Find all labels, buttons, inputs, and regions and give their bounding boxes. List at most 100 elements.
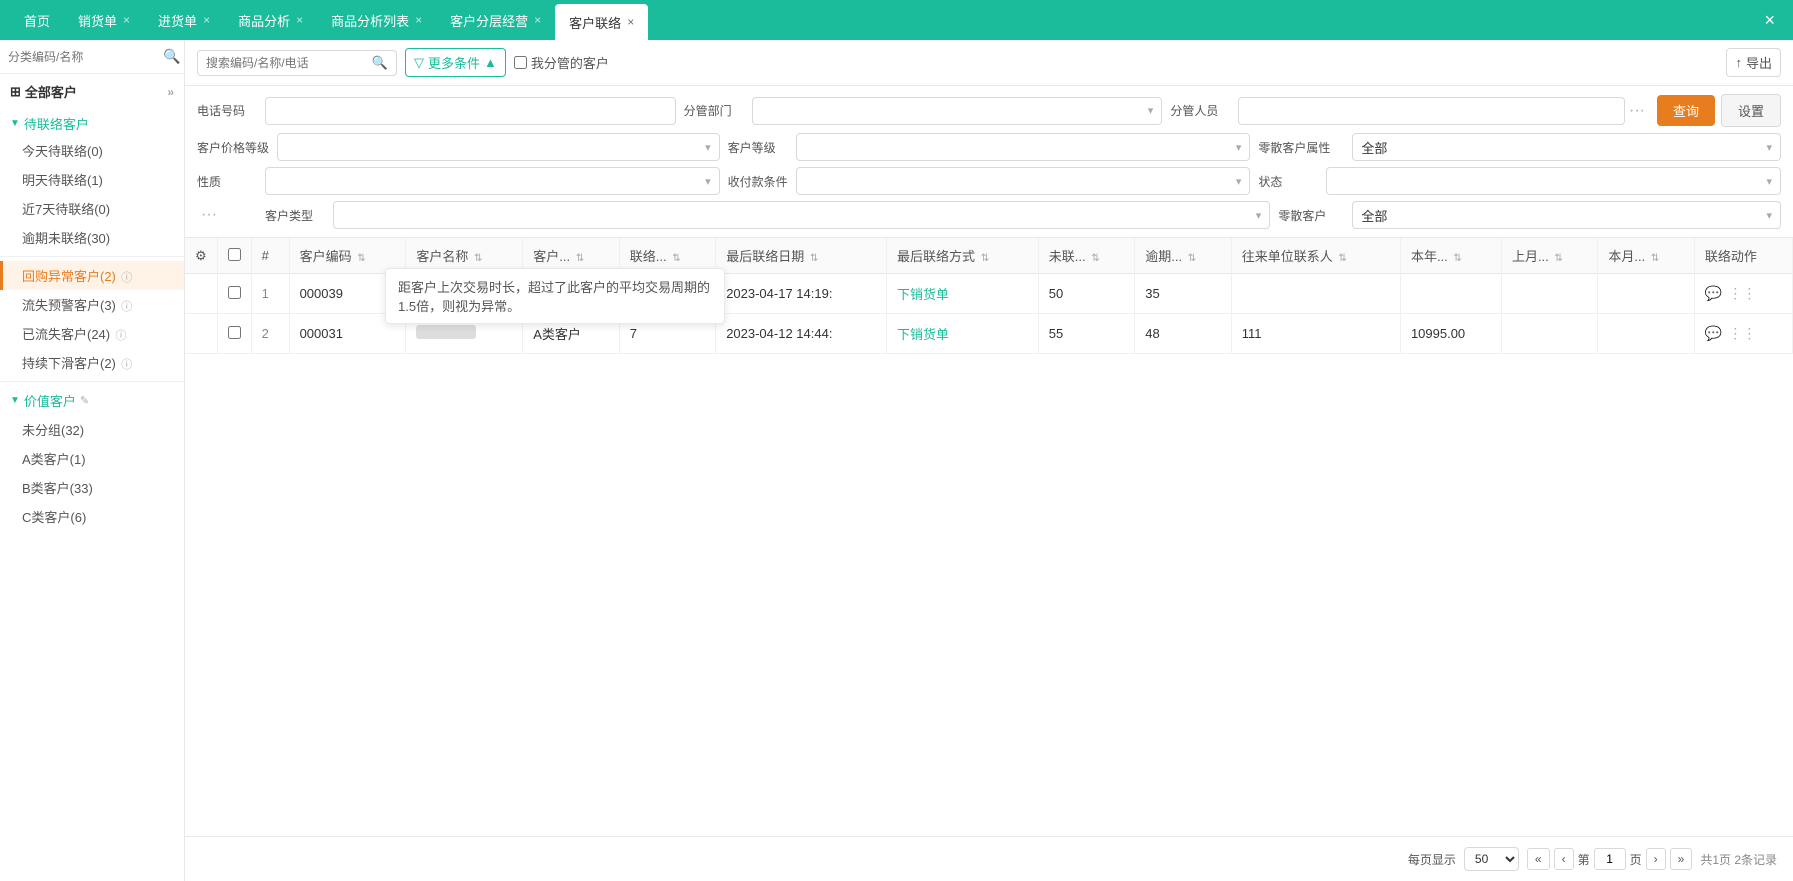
nav-sales-order[interactable]: 销货单 × (64, 0, 144, 40)
per-page-select[interactable]: 50 20 100 (1464, 847, 1519, 871)
filter-payment-select[interactable]: ▾ (796, 167, 1251, 195)
sort-last-method-icon[interactable]: ⇅ (981, 253, 989, 264)
my-customers-checkbox[interactable] (514, 56, 527, 69)
sort-code-icon[interactable]: ⇅ (357, 253, 365, 264)
main-search-input[interactable] (206, 56, 372, 70)
filter-price-level-select[interactable]: ▾ (277, 133, 720, 161)
row1-more-icon[interactable]: ⋮⋮ (1728, 285, 1756, 302)
main-search-box[interactable]: 🔍 (197, 50, 397, 76)
row1-select-checkbox[interactable] (228, 286, 241, 299)
th-this-year[interactable]: 本年... ⇅ (1400, 238, 1501, 274)
sort-last-month-icon[interactable]: ⇅ (1554, 253, 1562, 264)
export-button[interactable]: ↑ 导出 (1726, 48, 1781, 77)
nav-purchase-order[interactable]: 进货单 × (144, 0, 224, 40)
th-last-month[interactable]: 上月... ⇅ (1501, 238, 1597, 274)
window-close-button[interactable]: × (1756, 10, 1783, 31)
sort-category-icon[interactable]: ⇅ (576, 253, 584, 264)
sidebar-search-icon[interactable]: 🔍 (163, 48, 180, 65)
filter-customer-type-select[interactable]: ▾ (333, 201, 1270, 229)
row1-message-icon[interactable]: 💬 (1705, 285, 1722, 302)
first-page-button[interactable]: « (1527, 848, 1550, 870)
close-purchase-order-icon[interactable]: × (203, 13, 210, 27)
sort-unread-icon[interactable]: ⇅ (1091, 253, 1099, 264)
nav-product-analysis[interactable]: 商品分析 × (224, 0, 317, 40)
last-page-button[interactable]: » (1670, 848, 1693, 870)
nav-home[interactable]: 首页 (10, 0, 64, 40)
sidebar-item-repurchase-abnormal[interactable]: 回购异常客户(2) ⓘ (0, 261, 184, 290)
sort-last-date-icon[interactable]: ⇅ (810, 253, 818, 264)
sort-unit-contact-icon[interactable]: ⇅ (1338, 253, 1346, 264)
filter-row4-dots[interactable]: ··· (197, 206, 221, 224)
filter-customer-level-select[interactable]: ▾ (796, 133, 1251, 161)
row2-select-checkbox[interactable] (228, 326, 241, 339)
sort-this-year-icon[interactable]: ⇅ (1453, 253, 1461, 264)
row1-last-method[interactable]: 下销货单 (887, 274, 1039, 314)
sidebar-item-churned[interactable]: 已流失客户(24) ⓘ (0, 319, 184, 348)
next-page-button[interactable]: › (1646, 848, 1666, 870)
filter-dept-select[interactable]: ▾ (752, 97, 1163, 125)
sidebar-item-c-class[interactable]: C类客户(6) (0, 502, 184, 531)
sidebar-search-box[interactable]: 🔍 (0, 40, 184, 74)
th-settings[interactable]: ⚙ (185, 238, 217, 274)
close-customer-segmentation-icon[interactable]: × (534, 13, 541, 27)
sort-name-icon[interactable]: ⇅ (474, 253, 482, 264)
th-last-contact-method[interactable]: 最后联络方式 ⇅ (887, 238, 1039, 274)
th-overdue[interactable]: 逾期... ⇅ (1135, 238, 1231, 274)
sidebar-search-input[interactable] (8, 50, 163, 64)
close-product-analysis-icon[interactable]: × (296, 13, 303, 27)
th-this-month[interactable]: 本月... ⇅ (1598, 238, 1694, 274)
sort-contact-icon[interactable]: ⇅ (672, 253, 680, 264)
my-customers-checkbox-label[interactable]: 我分管的客户 (514, 53, 609, 72)
filter-dots-icon[interactable]: ··· (1625, 102, 1649, 120)
sidebar-item-b-class[interactable]: B类客户(33) (0, 473, 184, 502)
th-unit-contact[interactable]: 往来单位联系人 ⇅ (1231, 238, 1400, 274)
sidebar-item-ungrouped[interactable]: 未分组(32) (0, 415, 184, 444)
more-conditions-button[interactable]: ▽ 更多条件 ▲ (405, 48, 506, 77)
row2-checkbox[interactable] (217, 314, 251, 354)
close-product-analysis-list-icon[interactable]: × (415, 13, 422, 27)
select-all-checkbox[interactable] (228, 248, 241, 261)
sidebar-all-customers[interactable]: ⊞ 全部客户 » (0, 74, 184, 109)
row2-last-method[interactable]: 下销货单 (887, 314, 1039, 354)
nav-customer-contact[interactable]: 客户联络 × (555, 4, 648, 40)
page-number-input[interactable] (1594, 848, 1626, 870)
export-icon: ↑ (1735, 55, 1742, 70)
close-sales-order-icon[interactable]: × (123, 13, 130, 27)
row2-more-icon[interactable]: ⋮⋮ (1728, 325, 1756, 342)
sidebar-item-today-contact[interactable]: 今天待联络(0) (0, 136, 184, 165)
th-unread[interactable]: 未联... ⇅ (1038, 238, 1134, 274)
nav-product-analysis-list[interactable]: 商品分析列表 × (317, 0, 436, 40)
th-checkbox[interactable] (217, 238, 251, 274)
sidebar-divider-2 (0, 381, 184, 382)
settings-button[interactable]: 设置 (1721, 94, 1781, 127)
main-search-icon[interactable]: 🔍 (372, 55, 388, 71)
filter-status-select[interactable]: ▾ (1326, 167, 1781, 195)
sidebar-item-declining[interactable]: 持续下滑客户(2) ⓘ (0, 348, 184, 377)
sidebar-collapse-icon[interactable]: » (167, 85, 174, 99)
row2-message-icon[interactable]: 💬 (1705, 325, 1722, 342)
filter-phone-input[interactable] (265, 97, 676, 125)
filter-manager-input[interactable] (1238, 97, 1625, 125)
close-customer-contact-icon[interactable]: × (627, 15, 634, 29)
th-last-contact-date[interactable]: 最后联络日期 ⇅ (716, 238, 887, 274)
sidebar-value-customer-group[interactable]: ▼ 价值客户 ✎ (0, 386, 184, 415)
edit-value-group-icon[interactable]: ✎ (80, 394, 89, 407)
row2-last-method-link[interactable]: 下销货单 (897, 327, 949, 342)
nav-customer-segmentation[interactable]: 客户分层经营 × (436, 0, 555, 40)
row1-last-method-link[interactable]: 下销货单 (897, 287, 949, 302)
filter-scatter-customer-select[interactable]: 全部 ▾ (1352, 201, 1781, 229)
sidebar-item-tomorrow-contact[interactable]: 明天待联络(1) (0, 165, 184, 194)
sort-overdue-icon[interactable]: ⇅ (1188, 253, 1196, 264)
sidebar-item-churn-warning[interactable]: 流失预警客户(3) ⓘ (0, 290, 184, 319)
prev-page-button[interactable]: ‹ (1554, 848, 1574, 870)
query-button[interactable]: 查询 (1657, 95, 1715, 126)
sidebar-item-overdue-contact[interactable]: 逾期未联络(30) (0, 223, 184, 252)
sidebar-group-pending-contact[interactable]: ▼ 待联络客户 (0, 109, 184, 136)
sidebar-item-a-class[interactable]: A类客户(1) (0, 444, 184, 473)
sort-this-month-icon[interactable]: ⇅ (1651, 253, 1659, 264)
sidebar-item-7day-contact[interactable]: 近7天待联络(0) (0, 194, 184, 223)
filter-nature-select[interactable]: ▾ (265, 167, 720, 195)
row1-checkbox[interactable] (217, 274, 251, 314)
filter-scatter-attr-select[interactable]: 全部 ▾ (1352, 133, 1781, 161)
filter-phone: 电话号码 (197, 97, 676, 125)
